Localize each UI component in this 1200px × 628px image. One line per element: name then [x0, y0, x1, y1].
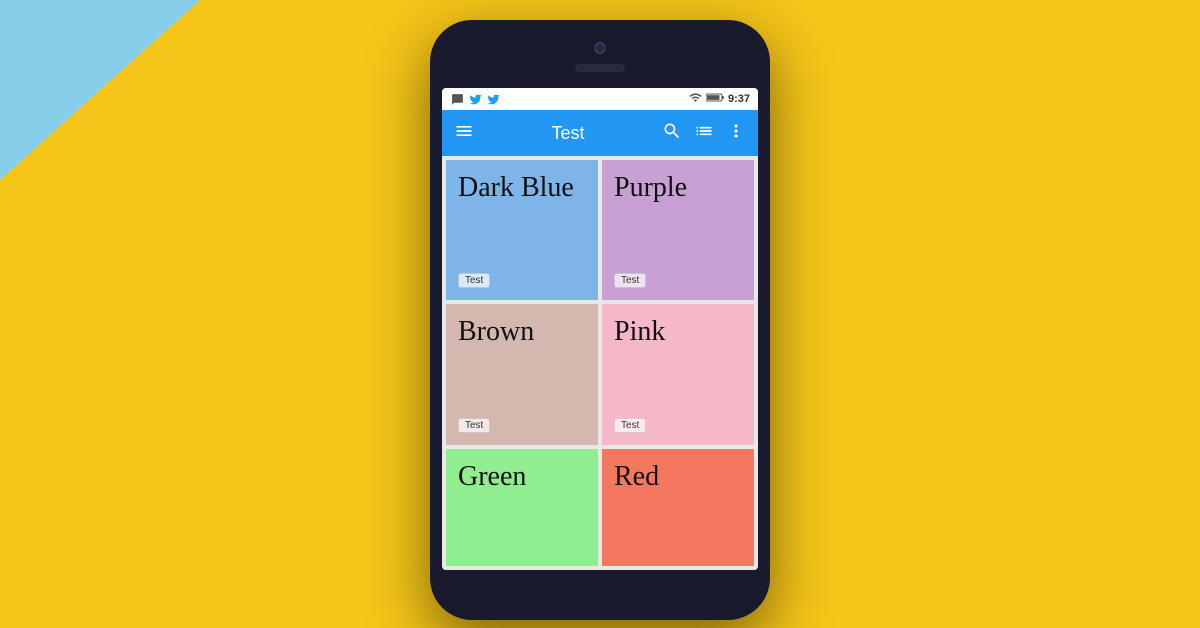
status-icons-left — [450, 92, 500, 106]
phone-speaker — [575, 64, 625, 72]
card-green-title: Green — [458, 461, 586, 493]
card-brown-title: Brown — [458, 316, 586, 348]
card-red-title: Red — [614, 461, 742, 493]
card-pink-badge: Test — [614, 418, 646, 433]
twitter-icon-2 — [486, 92, 500, 106]
status-bar: 9:37 — [442, 88, 758, 110]
phone-body: 9:37 Test — [430, 20, 770, 620]
card-purple-title: Purple — [614, 172, 742, 204]
app-bar: Test — [442, 110, 758, 156]
card-grid: Dark Blue Test Purple Test Brown Test Pi… — [442, 156, 758, 570]
card-pink-title: Pink — [614, 316, 742, 348]
more-icon[interactable] — [726, 121, 746, 146]
search-icon[interactable] — [662, 121, 682, 146]
card-purple-badge: Test — [614, 273, 646, 288]
phone-mockup: 9:37 Test — [430, 20, 770, 620]
phone-screen: 9:37 Test — [442, 88, 758, 570]
phone-camera — [594, 42, 606, 54]
card-purple[interactable]: Purple Test — [602, 160, 754, 300]
card-brown[interactable]: Brown Test — [446, 304, 598, 444]
card-green[interactable]: Green Test — [446, 449, 598, 566]
view-icon[interactable] — [694, 121, 714, 146]
status-icons-right: 9:37 — [689, 91, 750, 107]
app-title: Test — [486, 123, 650, 144]
menu-icon[interactable] — [454, 121, 474, 146]
background-triangle — [0, 0, 200, 180]
chat-icon — [450, 92, 464, 106]
battery-icon — [706, 92, 724, 106]
card-brown-badge: Test — [458, 418, 490, 433]
card-dark-blue[interactable]: Dark Blue Test — [446, 160, 598, 300]
card-dark-blue-title: Dark Blue — [458, 172, 586, 204]
card-red[interactable]: Red Test — [602, 449, 754, 566]
twitter-icon-1 — [468, 92, 482, 106]
card-pink[interactable]: Pink Test — [602, 304, 754, 444]
wifi-icon — [689, 91, 702, 107]
time-display: 9:37 — [728, 93, 750, 105]
card-dark-blue-badge: Test — [458, 273, 490, 288]
